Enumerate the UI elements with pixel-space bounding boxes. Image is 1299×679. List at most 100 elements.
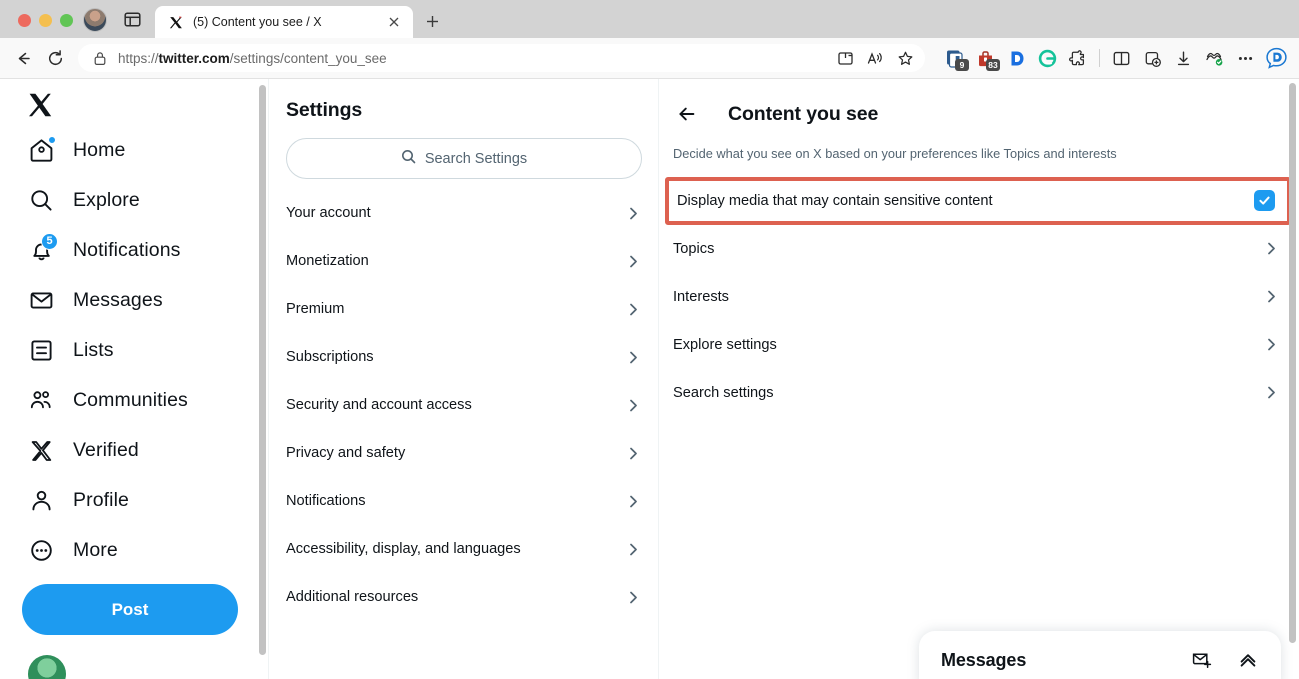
browser-tab[interactable]: (5) Content you see / X [155, 6, 413, 38]
tab-actions-icon[interactable] [117, 5, 147, 33]
browser-profile-avatar[interactable] [83, 8, 107, 32]
sidebar-item-label: Messages [73, 289, 163, 312]
dashlane-extension[interactable] [1001, 43, 1031, 73]
chevron-right-icon [1264, 289, 1279, 304]
page-content: Home Explore 5 Notifications Messa [0, 79, 1299, 679]
extension-badge: 9 [955, 59, 969, 71]
new-message-icon[interactable] [1187, 645, 1217, 675]
search-placeholder: Search Settings [425, 151, 527, 167]
sensitive-content-label: Display media that may contain sensitive… [677, 193, 993, 209]
search-settings-input[interactable]: Search Settings [286, 138, 642, 179]
content-row-search-settings[interactable]: Search settings [659, 369, 1299, 417]
settings-title: Settings [269, 85, 658, 138]
settings-row-subscriptions[interactable]: Subscriptions [269, 333, 658, 381]
post-button[interactable]: Post [22, 584, 238, 635]
settings-row-label: Accessibility, display, and languages [286, 541, 521, 557]
new-tab-button[interactable] [421, 10, 443, 32]
sidebar-item-explore[interactable]: Explore [22, 175, 242, 225]
split-window-icon[interactable] [831, 45, 859, 71]
chevron-right-icon [626, 350, 641, 365]
close-tab-button[interactable] [383, 11, 405, 33]
content-row-topics[interactable]: Topics [659, 225, 1299, 273]
browser-navigation-bar: https://twitter.com/settings/content_you… [0, 38, 1299, 79]
messages-dock-actions [1187, 645, 1263, 675]
content-row-label: Explore settings [673, 337, 777, 353]
url-path: /settings/content_you_see [230, 51, 387, 66]
downloads-icon[interactable] [1168, 43, 1198, 73]
copilot-icon[interactable] [1261, 43, 1291, 73]
url-prefix: https:// [118, 51, 159, 66]
content-row-interests[interactable]: Interests [659, 273, 1299, 321]
tab-title: (5) Content you see / X [193, 15, 374, 29]
minimize-window-button[interactable] [39, 14, 52, 27]
settings-row-accessibility-display-and-languages[interactable]: Accessibility, display, and languages [269, 525, 658, 573]
maximize-window-button[interactable] [60, 14, 73, 27]
lock-icon [92, 51, 108, 66]
chevron-right-icon [626, 542, 641, 557]
settings-row-monetization[interactable]: Monetization [269, 237, 658, 285]
settings-row-your-account[interactable]: Your account [269, 189, 658, 237]
account-switcher[interactable] [22, 647, 238, 679]
extension-badge: 83 [986, 59, 1000, 71]
browser-essentials-icon[interactable] [1199, 43, 1229, 73]
sidebar-item-label: More [73, 539, 118, 562]
sensitive-content-row-highlighted[interactable]: Display media that may contain sensitive… [665, 177, 1291, 225]
content-row-explore-settings[interactable]: Explore settings [659, 321, 1299, 369]
settings-row-additional-resources[interactable]: Additional resources [269, 573, 658, 621]
sidebar-item-communities[interactable]: Communities [22, 375, 242, 425]
settings-row-label: Privacy and safety [286, 445, 405, 461]
page-title: Content you see [728, 103, 878, 126]
settings-row-label: Monetization [286, 253, 369, 269]
grammarly-extension[interactable] [1032, 43, 1062, 73]
favorite-star-icon[interactable] [891, 45, 919, 71]
notifications-count-badge: 5 [41, 233, 58, 250]
settings-row-notifications[interactable]: Notifications [269, 477, 658, 525]
sidebar-item-label: Home [73, 139, 125, 162]
back-arrow-icon[interactable] [670, 97, 704, 131]
settings-row-privacy-and-safety[interactable]: Privacy and safety [269, 429, 658, 477]
chevron-up-icon[interactable] [1233, 645, 1263, 675]
pocket-extension[interactable]: 9 [939, 43, 969, 73]
browser-tab-strip: (5) Content you see / X [0, 0, 1299, 38]
settings-row-security-and-account-access[interactable]: Security and account access [269, 381, 658, 429]
back-button[interactable] [8, 43, 38, 73]
home-icon [28, 137, 55, 164]
sidebar-item-profile[interactable]: Profile [22, 475, 242, 525]
url-domain: twitter.com [159, 51, 230, 66]
sidebar-item-notifications[interactable]: 5 Notifications [22, 225, 242, 275]
settings-row-premium[interactable]: Premium [269, 285, 658, 333]
content-row-label: Topics [673, 241, 714, 257]
reload-button[interactable] [40, 43, 70, 73]
settings-row-label: Security and account access [286, 397, 472, 413]
chevron-right-icon [626, 302, 641, 317]
read-aloud-icon[interactable] [861, 45, 889, 71]
envelope-icon [28, 287, 55, 314]
puzzle-extension[interactable] [1063, 43, 1093, 73]
messages-dock[interactable]: Messages [919, 631, 1281, 679]
sidebar-item-more[interactable]: More [22, 525, 242, 575]
sidebar-item-verified[interactable]: Verified [22, 425, 242, 475]
list-icon [28, 337, 55, 364]
sidebar-scrollbar[interactable] [259, 85, 266, 655]
chevron-right-icon [1264, 385, 1279, 400]
toolbox-extension[interactable]: 83 [970, 43, 1000, 73]
chevron-right-icon [626, 494, 641, 509]
avatar [28, 655, 66, 679]
sensitive-content-checkbox[interactable] [1254, 190, 1275, 211]
browser-window: (5) Content you see / X https://twitter.… [0, 0, 1299, 679]
search-icon [401, 149, 416, 169]
sidebar-item-messages[interactable]: Messages [22, 275, 242, 325]
close-window-button[interactable] [18, 14, 31, 27]
sidebar-item-lists[interactable]: Lists [22, 325, 242, 375]
search-icon [28, 187, 55, 214]
collections-icon[interactable] [1137, 43, 1167, 73]
address-bar[interactable]: https://twitter.com/settings/content_you… [78, 44, 925, 72]
x-logo[interactable] [22, 85, 70, 125]
sidebar-item-home[interactable]: Home [22, 125, 242, 175]
page-scrollbar[interactable] [1289, 83, 1296, 643]
split-screen-icon[interactable] [1106, 43, 1136, 73]
toolbar-divider [1099, 49, 1100, 67]
sidebar-item-label: Notifications [73, 239, 181, 262]
settings-more-icon[interactable] [1230, 43, 1260, 73]
chevron-right-icon [1264, 337, 1279, 352]
